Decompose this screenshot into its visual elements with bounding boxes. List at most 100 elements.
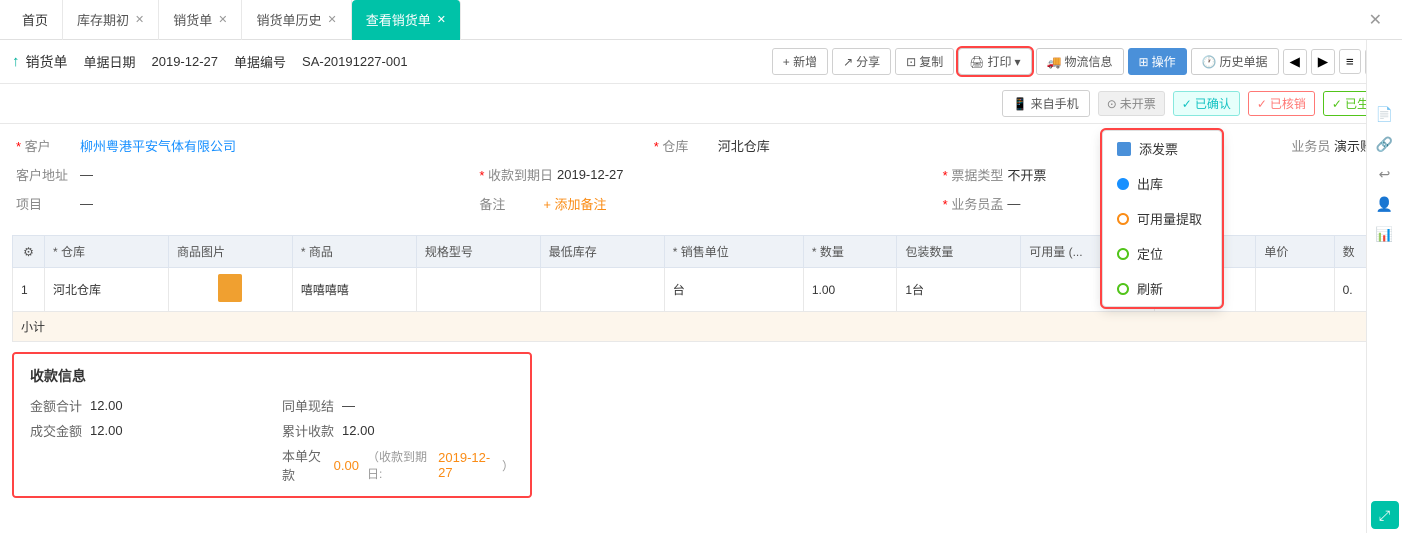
project-field: 项目 — [16, 194, 459, 213]
doc-date-value: 2019-12-27 [152, 54, 219, 69]
salesperson-value: — [1007, 196, 1020, 211]
tab-sales-label: 销货单 [173, 10, 212, 29]
dropdown-add-invoice[interactable]: 添发票 [1103, 131, 1221, 166]
balance-note: （收款到期日: [367, 448, 430, 482]
due-date-value: 2019-12-27 [557, 167, 624, 182]
new-button[interactable]: + 新增 [772, 48, 828, 75]
print-button[interactable]: 🖨 打印 ▾ [958, 48, 1031, 75]
locate-icon [1117, 248, 1129, 260]
dropdown-locate[interactable]: 定位 [1103, 236, 1221, 271]
sidebar-expand-icon[interactable]: ⤢ [1371, 501, 1399, 529]
operate-dropdown: 添发票 出库 可用量提取 定位 刷新 [1102, 130, 1222, 307]
add-note-button[interactable]: + 添加备注 [543, 194, 606, 213]
ticket-label: 票据类型 [943, 165, 1004, 184]
share-button[interactable]: ↗ 分享 [832, 48, 891, 75]
cancel-badge: ✓ 已核销 [1248, 91, 1315, 116]
col-price: 单价 [1256, 236, 1334, 268]
col-warehouse: * 仓库 [45, 236, 169, 268]
address-value: — [80, 167, 93, 182]
doc-date-label: 单据日期 [84, 52, 136, 71]
customer-field: 客户 柳州粤港平安气体有限公司 [16, 136, 634, 155]
row-price [1256, 268, 1334, 312]
avail-extract-label: 可用量提取 [1137, 209, 1202, 228]
row-img [168, 268, 292, 312]
deal-amount-item: 成交金额 12.00 [30, 421, 262, 440]
share-icon: ↗ [843, 55, 853, 69]
sales-order-icon: ↑ [12, 53, 20, 70]
tab-view-sales[interactable]: 查看销货单 ✕ [352, 0, 461, 40]
payment-section: 收款信息 金额合计 12.00 同单现结 — 成交金额 12.00 累计收款 1… [12, 352, 532, 498]
new-button-label: + 新增 [783, 53, 817, 70]
not-opened-label: 未开票 [1120, 95, 1156, 112]
tab-inventory-label: 库存期初 [77, 10, 129, 29]
next-button[interactable]: ▶ [1311, 49, 1335, 75]
row-unit: 台 [664, 268, 803, 312]
add-invoice-icon [1117, 142, 1131, 156]
due-date-field: 收款到期日 2019-12-27 [479, 165, 922, 184]
sidebar-doc-icon[interactable]: 📄 [1371, 100, 1399, 128]
amount-total-label: 金额合计 [30, 396, 82, 415]
tab-sales[interactable]: 销货单 ✕ [159, 0, 242, 40]
tab-view-sales-close[interactable]: ✕ [437, 13, 446, 26]
not-opened-badge: ⊙ 未开票 [1098, 91, 1165, 116]
row-product: 嘻嘻嘻嘻 [292, 268, 416, 312]
col-product: * 商品 [292, 236, 416, 268]
col-pkg-qty: 包装数量 [897, 236, 1021, 268]
sidebar-user-icon[interactable]: 👤 [1371, 190, 1399, 218]
col-unit: * 销售单位 [664, 236, 803, 268]
tab-history[interactable]: 销货单历史 ✕ [242, 0, 351, 40]
copy-button[interactable]: ⊡ 复制 [895, 48, 954, 75]
sidebar-back-icon[interactable]: ↩ [1371, 160, 1399, 188]
main-area: ↑ 销货单 单据日期 2019-12-27 单据编号 SA-20191227-0… [0, 40, 1402, 533]
doc-meta: 单据日期 2019-12-27 单据编号 SA-20191227-001 [84, 52, 408, 71]
balance-detail-item: 本单欠款 0.00 （收款到期日: 2019-12-27 ） [282, 446, 514, 484]
operate-button[interactable]: ⊞ 操作 [1128, 48, 1187, 75]
col-img: 商品图片 [168, 236, 292, 268]
warehouse-label: 仓库 [654, 136, 714, 155]
tab-view-sales-label: 查看销货单 [366, 10, 431, 29]
subtotal-cell: 小计 [13, 312, 1390, 342]
window-close-button[interactable]: ✕ [1357, 10, 1394, 30]
logistics-button-label: 物流信息 [1064, 53, 1112, 70]
history-button-label: 历史单据 [1220, 53, 1268, 70]
col-spec: 规格型号 [416, 236, 540, 268]
refresh-icon [1117, 283, 1129, 295]
address-field: 客户地址 — [16, 165, 459, 184]
balance-date: 2019-12-27 [438, 450, 494, 480]
logistics-button[interactable]: 🚚 物流信息 [1036, 48, 1124, 75]
doc-no-value: SA-20191227-001 [302, 54, 408, 69]
operate-icon: ⊞ [1139, 55, 1149, 69]
tab-history-close[interactable]: ✕ [328, 13, 337, 26]
history-button[interactable]: 🕐 历史单据 [1191, 48, 1279, 75]
tab-sales-close[interactable]: ✕ [218, 13, 227, 26]
ticket-value: 不开票 [1007, 165, 1046, 184]
right-sidebar: 📄 🔗 ↩ 👤 📊 ⤢ [1366, 40, 1402, 533]
row-warehouse: 河北仓库 [45, 268, 169, 312]
share-button-label: 分享 [856, 53, 880, 70]
dropdown-avail-extract[interactable]: 可用量提取 [1103, 201, 1221, 236]
cumul-received-value: 12.00 [342, 423, 375, 438]
staff-label: 业务员 [1291, 136, 1334, 155]
sidebar-link-icon[interactable]: 🔗 [1371, 130, 1399, 158]
customer-value[interactable]: 柳州粤港平安气体有限公司 [80, 136, 236, 155]
sidebar-chart-icon[interactable]: 📊 [1371, 220, 1399, 248]
customer-label: 客户 [16, 136, 76, 155]
col-settings[interactable]: ⚙ [13, 236, 45, 268]
tab-inventory-close[interactable]: ✕ [135, 13, 144, 26]
not-opened-dot: ⊙ [1107, 97, 1117, 111]
layout-list-button[interactable]: ≡ [1339, 49, 1361, 74]
prev-button[interactable]: ◀ [1283, 49, 1307, 75]
dropdown-outbound[interactable]: 出库 [1103, 166, 1221, 201]
tab-inventory[interactable]: 库存期初 ✕ [63, 0, 159, 40]
confirmed-label: 已确认 [1195, 95, 1231, 112]
subtotal-label: 小计 [21, 320, 45, 334]
same-settle-label: 同单现结 [282, 396, 334, 415]
outbound-icon [1117, 178, 1129, 190]
balance-note-end: ） [502, 457, 514, 474]
tab-home[interactable]: 首页 [8, 0, 63, 40]
row-pkg-qty: 1台 [897, 268, 1021, 312]
row-qty: 1.00 [803, 268, 896, 312]
from-phone-button[interactable]: 📱 来自手机 [1002, 90, 1090, 117]
dropdown-refresh[interactable]: 刷新 [1103, 271, 1221, 306]
salesperson-label: 业务员孟 [943, 194, 1004, 213]
